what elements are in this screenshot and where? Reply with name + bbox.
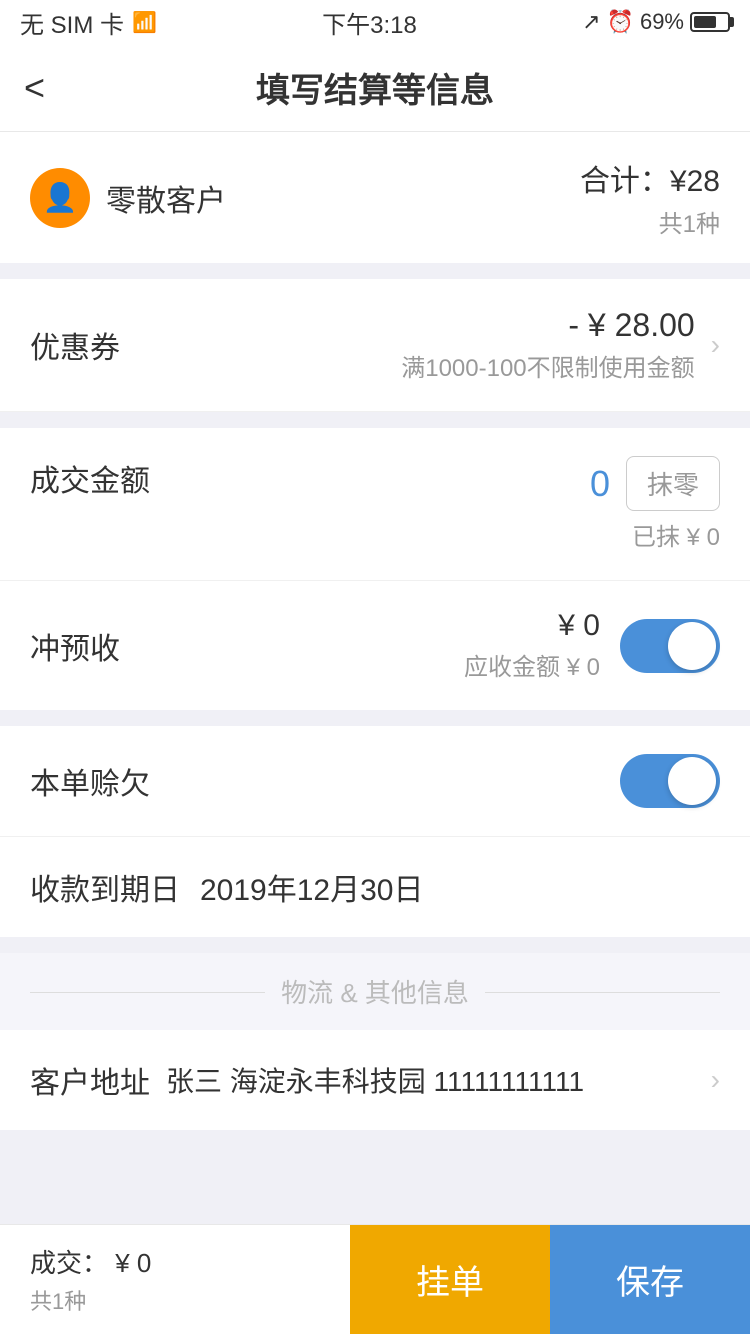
transaction-label: 成交金额 [30,456,150,500]
toggle-thumb [668,622,716,670]
save-button-label: 保存 [616,1255,684,1304]
nav-bar: < 填写结算等信息 [0,44,750,132]
amount-input-area: 0 抹零 已抹 ¥ 0 [590,456,720,552]
prepay-label: 冲预收 [30,624,120,668]
hold-button-label: 挂单 [416,1255,484,1304]
due-date-row: 收款到期日 2019年12月30日 [0,837,750,937]
content-area: 👤 零散客户 合计：¥28 共1种 优惠券 - ¥ 28.00 满1000-10… [0,132,750,1250]
bottom-summary: 成交： ¥ 0 共1种 [0,1225,350,1334]
chevron-right-icon: › [711,329,720,361]
debt-row: 本单赊欠 [0,726,750,837]
transaction-row: 成交金额 0 抹零 已抹 ¥ 0 [0,428,750,581]
carrier-text: 无 SIM 卡 [20,5,124,40]
avatar-icon: 👤 [43,181,78,214]
customer-right: 合计：¥28 共1种 [580,156,720,239]
prepay-amount: ¥ 0 [464,609,600,643]
location-icon: ↗ [582,9,600,35]
total-amount: 合计：¥28 [580,156,720,200]
coupon-desc: 满1000-100不限制使用金额 [401,348,694,383]
bottom-deal-count: 共1种 [30,1284,320,1316]
debt-toggle[interactable] [620,754,720,808]
battery-icon [690,12,730,32]
debt-label: 本单赊欠 [30,759,150,803]
address-row[interactable]: 客户地址 张三 海淀永丰科技园 11111111111 › [0,1030,750,1130]
already-rounded: 已抹 ¥ 0 [632,517,720,552]
status-right: ↗ ⏰ 69% [582,9,730,35]
coupon-info: - ¥ 28.00 满1000-100不限制使用金额 [401,307,694,383]
page-title: 填写结算等信息 [256,63,494,112]
coupon-right: - ¥ 28.00 满1000-100不限制使用金额 › [401,307,720,383]
due-date-value[interactable]: 2019年12月30日 [200,865,423,909]
address-chevron-icon: › [711,1064,720,1096]
status-left: 无 SIM 卡 📶 [20,5,157,40]
prepay-amounts: ¥ 0 应收金额 ¥ 0 [464,609,600,682]
avatar: 👤 [30,168,90,228]
save-button[interactable]: 保存 [550,1225,750,1334]
total-count: 共1种 [580,204,720,239]
hold-button[interactable]: 挂单 [350,1225,550,1334]
address-value: 张三 海淀永丰科技园 11111111111 [166,1060,695,1100]
wifi-icon: 📶 [132,10,157,35]
prepay-receivable: 应收金额 ¥ 0 [464,647,600,682]
transaction-value[interactable]: 0 [590,463,610,505]
alarm-icon: ⏰ [607,9,634,35]
address-label: 客户地址 [30,1058,150,1102]
logistics-header: 物流 & 其他信息 [0,953,750,1030]
transaction-section: 成交金额 0 抹零 已抹 ¥ 0 冲预收 ¥ 0 应收金额 ¥ 0 [0,428,750,710]
coupon-amount: - ¥ 28.00 [401,307,694,344]
due-date-label: 收款到期日 [30,865,180,909]
customer-name: 零散客户 [106,176,226,220]
bottom-deal-label: 成交： ¥ 0 [30,1243,320,1280]
prepay-right: ¥ 0 应收金额 ¥ 0 [464,609,720,682]
prepay-row: 冲预收 ¥ 0 应收金额 ¥ 0 [0,581,750,710]
logistics-section-label: 物流 & 其他信息 [265,973,485,1010]
coupon-section: 优惠券 - ¥ 28.00 满1000-100不限制使用金额 › [0,279,750,412]
battery-percent: 69% [640,9,684,35]
bottom-bar: 成交： ¥ 0 共1种 挂单 保存 [0,1224,750,1334]
round-button[interactable]: 抹零 [626,456,720,511]
coupon-label: 优惠券 [30,323,120,367]
debt-toggle-thumb [668,757,716,805]
prepay-toggle[interactable] [620,619,720,673]
status-time: 下午3:18 [322,5,417,40]
amount-with-btn: 0 抹零 [590,456,720,511]
coupon-row[interactable]: 优惠券 - ¥ 28.00 满1000-100不限制使用金额 › [0,279,750,412]
logistics-text: 物流 & 其他信息 [281,978,469,1008]
customer-row: 👤 零散客户 合计：¥28 共1种 [0,132,750,263]
status-bar: 无 SIM 卡 📶 下午3:18 ↗ ⏰ 69% [0,0,750,44]
debt-section: 本单赊欠 收款到期日 2019年12月30日 [0,726,750,937]
back-button[interactable]: < [24,67,45,109]
customer-left: 👤 零散客户 [30,168,226,228]
